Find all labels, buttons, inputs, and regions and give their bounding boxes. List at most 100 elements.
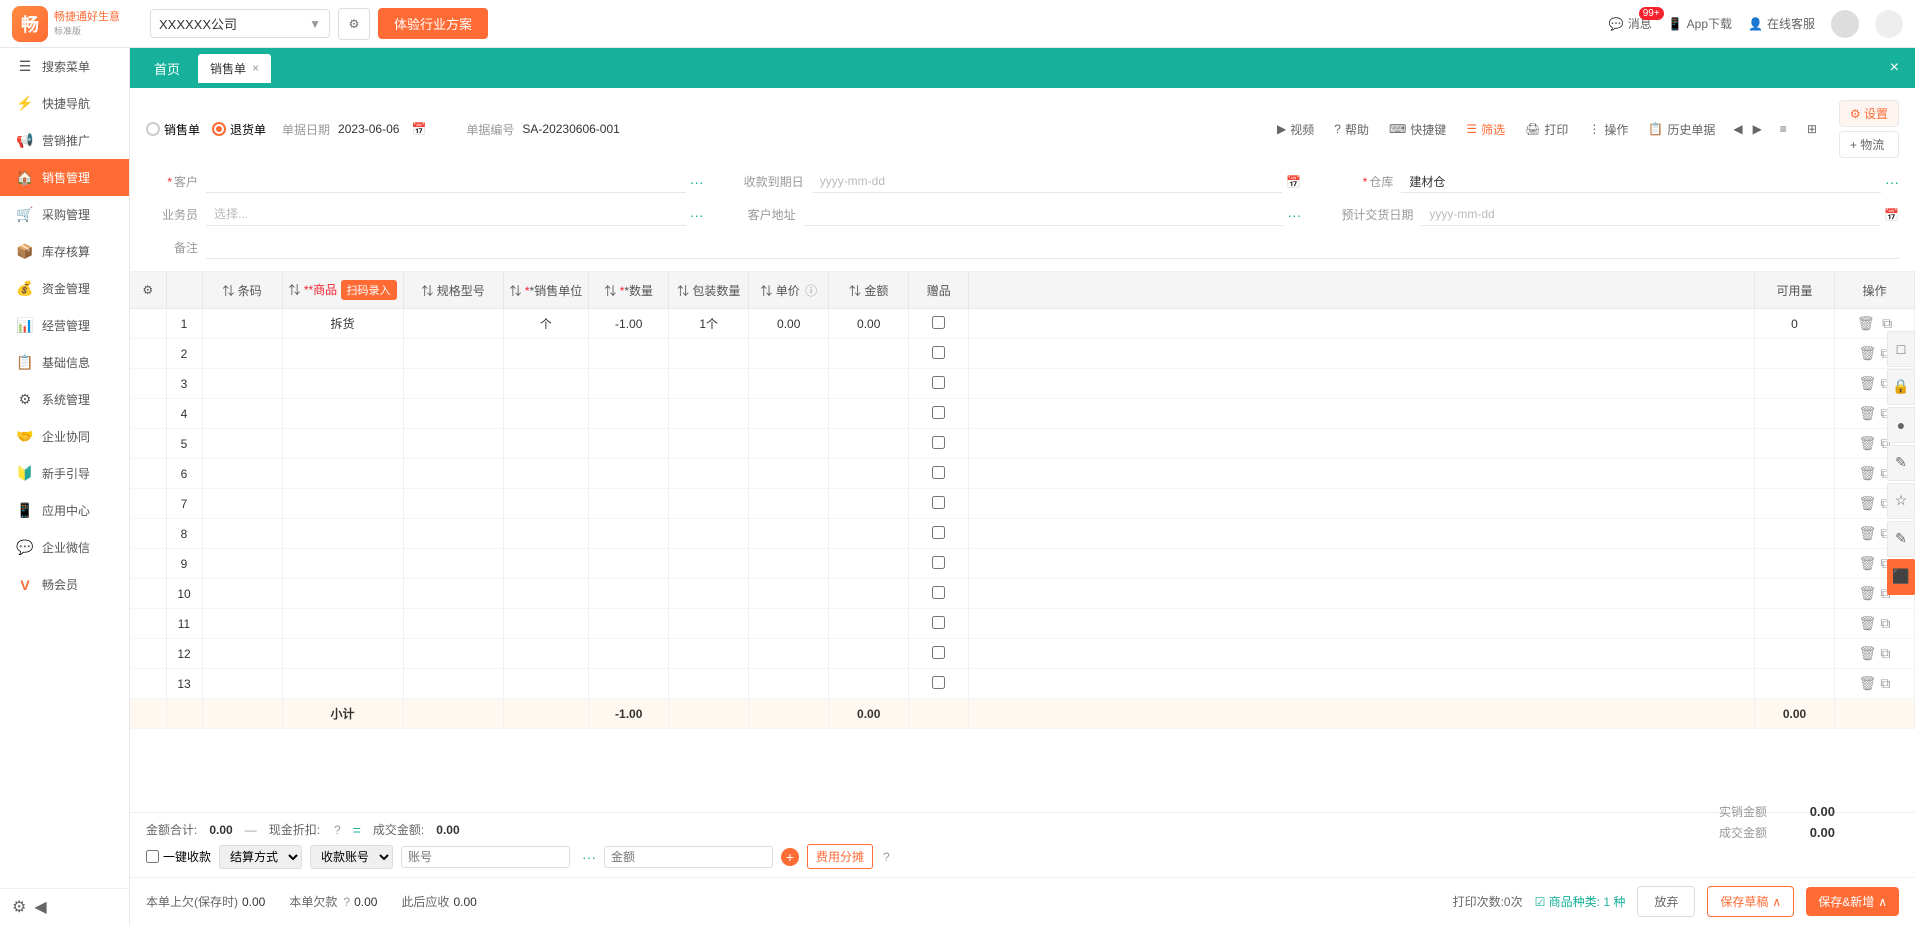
cell-goods[interactable] (282, 399, 403, 429)
account-dots-icon[interactable]: ··· (582, 849, 596, 865)
cell-price[interactable] (749, 519, 829, 549)
cell-price[interactable] (749, 579, 829, 609)
account-select[interactable]: 收款账号 (310, 845, 393, 869)
cell-goods[interactable] (282, 429, 403, 459)
cell-barcode[interactable] (202, 639, 282, 669)
toolbar-shortcut[interactable]: ⌨ 快捷键 (1383, 119, 1452, 140)
copy-icon[interactable]: ⧉ (1880, 675, 1890, 691)
cell-price[interactable] (749, 369, 829, 399)
cell-barcode[interactable] (202, 549, 282, 579)
gift-checkbox[interactable] (932, 436, 945, 449)
sidebar-settings-btn[interactable]: ⚙ (12, 897, 26, 917)
cell-barcode[interactable] (202, 669, 282, 699)
gift-checkbox[interactable] (932, 646, 945, 659)
gift-checkbox[interactable] (932, 556, 945, 569)
cell-goods[interactable] (282, 639, 403, 669)
cell-pack-qty[interactable] (669, 609, 749, 639)
cell-qty[interactable] (589, 429, 669, 459)
gift-checkbox[interactable] (932, 316, 945, 329)
scan-button[interactable]: 扫码录入 (341, 280, 397, 300)
cell-spec[interactable] (403, 519, 503, 549)
cell-amount[interactable] (829, 429, 909, 459)
cell-amount[interactable] (829, 669, 909, 699)
save-new-button[interactable]: 保存&新增 ∧ (1806, 887, 1899, 916)
cell-spec[interactable] (403, 549, 503, 579)
cell-goods[interactable] (282, 609, 403, 639)
sidebar-item-guide[interactable]: 🔰 新手引导 (0, 455, 129, 492)
sidebar-item-collab[interactable]: 🤝 企业协同 (0, 418, 129, 455)
gift-checkbox[interactable] (932, 526, 945, 539)
cell-unit[interactable] (503, 639, 589, 669)
tab-close-icon[interactable]: × (252, 61, 259, 75)
cell-spec[interactable] (403, 459, 503, 489)
float-btn-3[interactable]: ● (1887, 407, 1915, 443)
cell-qty[interactable]: -1.00 (589, 309, 669, 339)
cell-goods[interactable] (282, 579, 403, 609)
app-download-item[interactable]: 📱 App下载 (1668, 15, 1732, 32)
customer-addr-dots-icon[interactable]: ··· (1287, 207, 1301, 223)
cell-price[interactable] (749, 489, 829, 519)
cell-price[interactable] (749, 459, 829, 489)
sidebar-item-capital[interactable]: 💰 资金管理 (0, 270, 129, 307)
cell-gift[interactable] (909, 309, 969, 339)
cell-pack-qty[interactable] (669, 519, 749, 549)
toolbar-history[interactable]: 📋 历史单据 (1642, 119, 1721, 140)
delete-icon[interactable]: 🗑 (1859, 585, 1877, 601)
cell-pack-qty[interactable] (669, 339, 749, 369)
cell-qty[interactable] (589, 609, 669, 639)
cell-amount[interactable] (829, 549, 909, 579)
delete-icon[interactable]: 🗑 (1859, 465, 1877, 481)
cell-goods[interactable] (282, 339, 403, 369)
cell-pack-qty[interactable] (669, 549, 749, 579)
copy-icon[interactable]: ⧉ (1882, 315, 1892, 331)
payment-date-calendar-icon[interactable]: 📅 (1286, 175, 1301, 189)
add-payment-button[interactable]: + (781, 848, 799, 866)
col-header-settings[interactable]: ⚙ (130, 272, 166, 309)
cell-pack-qty[interactable] (669, 639, 749, 669)
cell-unit[interactable] (503, 429, 589, 459)
cell-barcode[interactable] (202, 489, 282, 519)
cell-barcode[interactable] (202, 609, 282, 639)
gift-checkbox[interactable] (932, 586, 945, 599)
delete-icon[interactable]: 🗑 (1859, 345, 1877, 361)
cell-price[interactable] (749, 429, 829, 459)
toolbar-print[interactable]: 🖨 打印 (1519, 119, 1574, 140)
sidebar-item-app-center[interactable]: 📱 应用中心 (0, 492, 129, 529)
user-avatar[interactable] (1831, 10, 1859, 38)
cell-goods[interactable] (282, 549, 403, 579)
cell-qty[interactable] (589, 459, 669, 489)
cell-unit[interactable] (503, 369, 589, 399)
cell-pack-qty[interactable] (669, 369, 749, 399)
gift-checkbox[interactable] (932, 616, 945, 629)
price-info-icon[interactable]: ⓘ (805, 284, 817, 298)
fee-help-icon[interactable]: ? (883, 850, 890, 864)
salesperson-input[interactable] (206, 203, 686, 226)
cell-unit[interactable]: 个 (503, 309, 589, 339)
cell-barcode[interactable] (202, 579, 282, 609)
cell-unit[interactable] (503, 579, 589, 609)
fee-split-button[interactable]: 费用分摊 (807, 844, 873, 869)
cell-qty[interactable] (589, 519, 669, 549)
copy-icon[interactable]: ⧉ (1880, 615, 1890, 631)
cell-amount[interactable] (829, 399, 909, 429)
cell-price[interactable] (749, 669, 829, 699)
cell-pack-qty[interactable] (669, 399, 749, 429)
cell-spec[interactable] (403, 489, 503, 519)
gift-checkbox[interactable] (932, 346, 945, 359)
cell-barcode[interactable] (202, 309, 282, 339)
cell-amount[interactable] (829, 579, 909, 609)
cell-goods[interactable] (282, 369, 403, 399)
sidebar-item-basic-info[interactable]: 📋 基础信息 (0, 344, 129, 381)
total-debt-info-icon[interactable]: ? (343, 895, 350, 909)
float-btn-1[interactable]: □ (1887, 331, 1915, 367)
cell-unit[interactable] (503, 459, 589, 489)
cell-goods[interactable] (282, 459, 403, 489)
one-click-pay-label[interactable]: 一键收款 (146, 848, 211, 865)
cell-unit[interactable] (503, 669, 589, 699)
settlement-select[interactable]: 结算方式 (219, 845, 302, 869)
float-btn-5[interactable]: ☆ (1887, 483, 1915, 519)
delete-icon[interactable]: 🗑 (1859, 435, 1877, 451)
gift-checkbox[interactable] (932, 376, 945, 389)
cell-amount[interactable] (829, 489, 909, 519)
toolbar-filter[interactable]: ☰ 筛选 (1460, 119, 1511, 140)
